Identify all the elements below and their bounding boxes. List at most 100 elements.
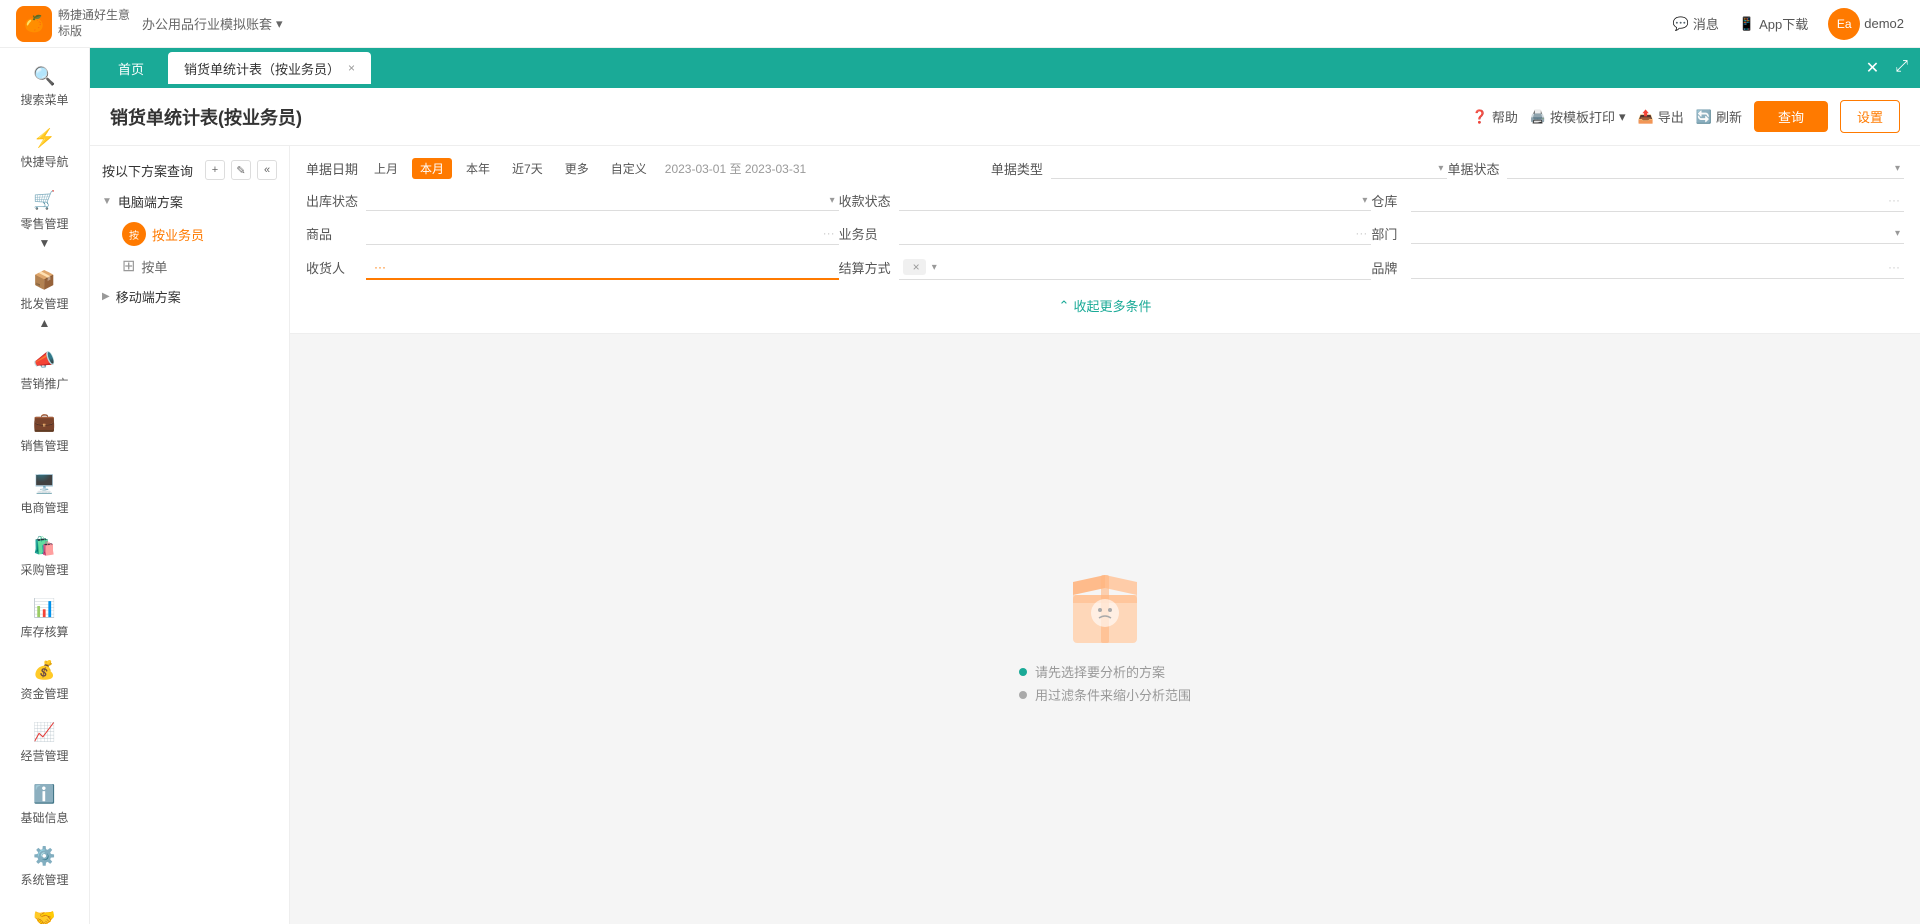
product-field: 商品 ··· <box>306 222 839 245</box>
sidebar-item-cooperation[interactable]: 🤝 企业协同 <box>0 898 89 924</box>
salesman-select[interactable]: ··· <box>899 222 1372 245</box>
recipient-field: 收货人 ··· <box>306 255 839 280</box>
sidebar-item-finance[interactable]: 💰 资金管理 <box>0 650 89 712</box>
purchase-icon: 🛍️ <box>33 536 55 557</box>
user-avatar[interactable]: Ea demo2 <box>1828 8 1904 40</box>
sidebar-item-basic[interactable]: ℹ️ 基础信息 <box>0 774 89 836</box>
basic-icon: ℹ️ <box>33 784 55 805</box>
doc-type-dropdown-icon: ▾ <box>1438 163 1443 174</box>
payment-method-field: 结算方式 × ▾ <box>839 255 1372 280</box>
payment-clear-button[interactable]: × <box>913 260 920 274</box>
help-button[interactable]: ❓ 帮助 <box>1472 107 1518 126</box>
tab-home[interactable]: 首页 <box>98 48 164 88</box>
sidebar-item-operations[interactable]: 📈 经营管理 <box>0 712 89 774</box>
empty-state: 请先选择要分析的方案 用过滤条件来缩小分析范围 <box>290 334 1920 924</box>
out-status-dropdown-icon: ▾ <box>830 195 835 206</box>
dept-select[interactable]: ▾ <box>1411 224 1904 244</box>
warehouse-select[interactable]: ··· <box>1411 189 1904 212</box>
sidebar-item-search[interactable]: 🔍 搜索菜单 <box>0 56 89 118</box>
date-btn-more[interactable]: 更多 <box>557 158 597 179</box>
date-btn-last-month[interactable]: 上月 <box>366 158 406 179</box>
out-status-select[interactable]: ▾ <box>366 191 839 211</box>
tab-bar: 首页 销货单统计表（按业务员） × ✕ ⤢ <box>90 48 1920 88</box>
recipient-input[interactable]: ··· <box>366 255 839 280</box>
warehouse-dots[interactable]: ··· <box>1888 193 1900 207</box>
sidebar-item-inventory[interactable]: 📊 库存核算 <box>0 588 89 650</box>
brand-field: 品牌 ··· <box>1371 256 1904 279</box>
sidebar-item-sales[interactable]: 💼 销售管理 <box>0 402 89 464</box>
refresh-button[interactable]: 🔄 刷新 <box>1696 107 1742 126</box>
tree-item-salesman[interactable]: 按 按业务员 <box>90 217 289 251</box>
print-button[interactable]: 🖨️ 按模板打印 ▾ <box>1530 107 1626 126</box>
logo-text: 畅捷通好生意 标版 <box>58 8 130 39</box>
salesman-dots[interactable]: ··· <box>1355 226 1367 240</box>
date-btn-7days[interactable]: 近7天 <box>504 158 551 179</box>
wholesale-icon: 📦 <box>33 270 55 291</box>
retail-expand-icon: ▼ <box>39 236 51 250</box>
filter-area: 单据日期 上月 本月 本年 近7天 更多 自定义 2023-03-01 至 20… <box>290 146 1920 334</box>
order-scheme-icon: ⊞ <box>122 256 135 276</box>
message-button[interactable]: 💬 消息 <box>1673 14 1719 33</box>
breadcrumb: 办公用品行业模拟账套 ▾ <box>142 14 283 33</box>
refresh-icon: 🔄 <box>1696 109 1712 125</box>
sidebar-item-retail[interactable]: 🛒 零售管理 ▼ <box>0 180 89 260</box>
edit-scheme-button[interactable]: ✎ <box>231 160 251 180</box>
collapse-bar[interactable]: ⌃ 收起更多条件 <box>306 290 1904 321</box>
date-range-text: 2023-03-01 至 2023-03-31 <box>665 160 806 177</box>
logo: 🍊 畅捷通好生意 标版 <box>16 6 130 42</box>
doc-status-select[interactable]: ▾ <box>1507 159 1904 179</box>
window-maximize-icon[interactable]: ⤢ <box>1891 58 1912 78</box>
tree-section-mobile[interactable]: ▶ 移动端方案 <box>90 281 289 312</box>
pc-section-arrow-icon: ▼ <box>102 196 112 207</box>
page-title: 销货单统计表(按业务员) <box>110 104 302 130</box>
collapse-panel-button[interactable]: « <box>257 160 277 180</box>
tree-section-pc[interactable]: ▼ 电脑端方案 <box>90 186 289 217</box>
doc-type-field: 单据类型 ▾ <box>991 159 1448 179</box>
cooperation-icon: 🤝 <box>33 908 55 924</box>
sidebar-item-system[interactable]: ⚙️ 系统管理 <box>0 836 89 898</box>
brand-dots[interactable]: ··· <box>1888 260 1900 274</box>
add-scheme-button[interactable]: + <box>205 160 225 180</box>
recipient-dots[interactable]: ··· <box>374 260 386 274</box>
breadcrumb-dropdown-icon[interactable]: ▾ <box>276 16 283 32</box>
tab-sales-stats[interactable]: 销货单统计表（按业务员） × <box>168 52 371 84</box>
app-download-button[interactable]: 📱 App下载 <box>1739 14 1808 33</box>
collapse-icon: ⌃ <box>1059 298 1070 314</box>
sidebar-item-marketing[interactable]: 📣 营销推广 <box>0 340 89 402</box>
product-dots[interactable]: ··· <box>823 226 835 240</box>
receive-status-field: 收款状态 ▾ <box>839 191 1372 211</box>
setting-button[interactable]: 设置 <box>1840 100 1900 133</box>
receive-status-dropdown-icon: ▾ <box>1362 195 1367 206</box>
doc-type-select[interactable]: ▾ <box>1051 159 1448 179</box>
sidebar-item-nav[interactable]: ⚡ 快捷导航 <box>0 118 89 180</box>
right-panel: 单据日期 上月 本月 本年 近7天 更多 自定义 2023-03-01 至 20… <box>290 146 1920 924</box>
export-button[interactable]: 📤 导出 <box>1638 107 1684 126</box>
salesman-field: 业务员 ··· <box>839 222 1372 245</box>
date-btn-this-year[interactable]: 本年 <box>458 158 498 179</box>
sales-icon: 💼 <box>33 412 55 433</box>
date-filter-buttons: 上月 本月 本年 近7天 更多 自定义 2023-03-01 至 2023-03… <box>366 158 806 179</box>
empty-hint-2: 用过滤条件来缩小分析范围 <box>1019 685 1191 704</box>
sidebar-item-ecommerce[interactable]: 🖥️ 电商管理 <box>0 464 89 526</box>
doc-status-dropdown-icon: ▾ <box>1895 163 1900 174</box>
export-icon: 📤 <box>1638 109 1654 125</box>
tab-close-icon[interactable]: × <box>348 61 355 75</box>
date-btn-custom[interactable]: 自定义 <box>603 158 655 179</box>
search-icon: 🔍 <box>33 66 55 87</box>
message-icon: 💬 <box>1673 16 1689 32</box>
receive-status-select[interactable]: ▾ <box>899 191 1372 211</box>
marketing-icon: 📣 <box>33 350 55 371</box>
tree-item-order[interactable]: ⊞ 按单 <box>90 251 289 281</box>
window-close-icon[interactable]: ✕ <box>1862 58 1883 78</box>
query-button[interactable]: 查询 <box>1754 101 1828 132</box>
nav-icon: ⚡ <box>33 128 55 149</box>
help-icon: ❓ <box>1472 109 1488 125</box>
sidebar-item-purchase[interactable]: 🛍️ 采购管理 <box>0 526 89 588</box>
payment-method-select[interactable]: × ▾ <box>899 255 1372 280</box>
brand-select[interactable]: ··· <box>1411 256 1904 279</box>
date-btn-this-month[interactable]: 本月 <box>412 158 452 179</box>
sidebar-item-wholesale[interactable]: 📦 批发管理 ▲ <box>0 260 89 340</box>
page-header: 销货单统计表(按业务员) ❓ 帮助 🖨️ 按模板打印 ▾ 📤 <box>90 88 1920 146</box>
inventory-icon: 📊 <box>33 598 55 619</box>
product-select[interactable]: ··· <box>366 222 839 245</box>
